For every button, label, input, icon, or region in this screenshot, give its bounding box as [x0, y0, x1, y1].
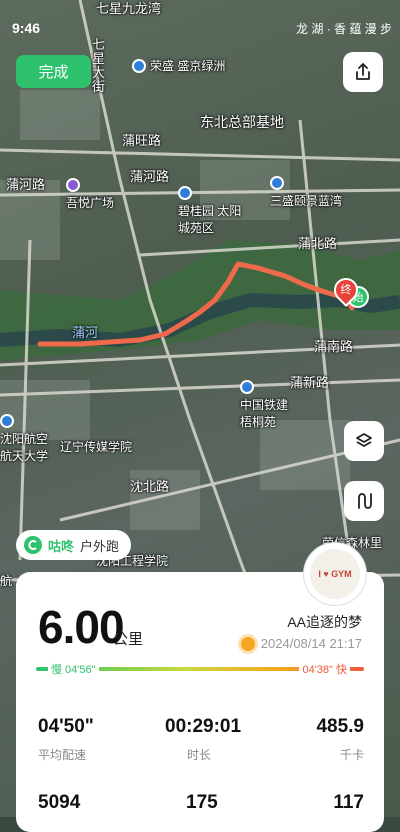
date-row: 2024/08/14 21:17 [240, 636, 362, 651]
map-label: 蒲河 [72, 325, 99, 340]
share-icon [356, 63, 370, 80]
map-label: 蒲河路 [130, 169, 170, 184]
stat-cadence: 175 [186, 792, 218, 814]
sport-tag-type: 户外跑 [80, 538, 120, 554]
stat-label: 千卡 [339, 748, 364, 762]
map-label: 东北总部基地 [200, 114, 284, 130]
map-label: 蒲旺路 [122, 133, 162, 148]
poi-pin-icon [132, 58, 146, 73]
poi-pin-icon [270, 176, 284, 190]
map-label: 蒲北路 [298, 236, 338, 251]
stat-value: 485.9 [316, 716, 364, 737]
run-datetime: 2024/08/14 21:17 [260, 636, 362, 651]
stat-label: 平均配速 [38, 748, 87, 762]
status-time: 9:46 [12, 20, 41, 36]
stat-steps: 5094 [38, 792, 80, 814]
done-button[interactable]: 完成 [16, 55, 91, 88]
poi-biguiyuan[interactable]: 碧桂园 太阳城苑区 [178, 186, 242, 236]
codoon-logo-icon [24, 536, 42, 554]
status-right-text: 龙 湖 · 香 蕴 漫 步 [295, 22, 392, 36]
poi-pin-icon [66, 178, 80, 192]
share-button[interactable] [343, 52, 383, 92]
stat-value: 117 [333, 792, 364, 813]
sport-tag: 咕咚 户外跑 [16, 530, 132, 560]
stat-calories: 485.9 千卡 [314, 716, 364, 763]
stat-value: 00:29:01 [165, 716, 242, 737]
stat-value: 5094 [38, 792, 81, 813]
route-toggle-icon [358, 493, 372, 509]
avatar-image: I ♥ GYM [310, 549, 360, 599]
avatar[interactable]: I ♥ GYM [304, 543, 366, 605]
stat-heart-rate: 117 [314, 792, 364, 814]
map-label: 沈北路 [130, 479, 170, 494]
stat-value: 04'50" [38, 716, 94, 737]
map-label: 蒲南路 [314, 339, 354, 354]
map-label: 七星大街 [92, 37, 106, 94]
pace-slow-label: 慢 04'56" [48, 661, 99, 677]
map-label: 七星九龙湾 [96, 1, 162, 16]
poi-zhongtie[interactable]: 中国铁建 梧桐苑 [240, 380, 296, 430]
pace-fast-label: 04'38" 快 [299, 661, 350, 677]
layers-icon [356, 433, 372, 447]
stat-value: 175 [186, 792, 218, 813]
sport-tag-brand: 咕咚 [48, 538, 75, 554]
poi-pin-icon [240, 380, 254, 394]
user-name: AA追逐的梦 [287, 614, 362, 630]
stat-label: 时长 [187, 748, 212, 762]
layers-button[interactable] [344, 421, 384, 461]
poi-shenyang-aero[interactable]: 沈阳航空航天大学 [0, 414, 56, 464]
route-toggle-button[interactable] [344, 481, 384, 521]
poi-rongsheng[interactable]: 荣盛 盛京绿洲 [132, 57, 225, 74]
poi-wuyue[interactable]: 吾悦广场 [66, 178, 114, 211]
distance-value: 6.00 [38, 601, 125, 653]
sun-icon [240, 636, 255, 651]
map-label: 蒲河路 [6, 177, 46, 192]
poi-pin-icon [178, 186, 192, 200]
map-label: 航 [0, 574, 13, 588]
stat-duration: 00:29:01 时长 [165, 716, 241, 763]
route-end-label: 终 [340, 284, 352, 296]
poi-sansheng[interactable]: 三盛颐景蓝湾 [270, 176, 342, 209]
poi-pin-icon [0, 414, 14, 428]
map-label: 辽宁传媒学院 [60, 440, 133, 454]
distance-unit: 公里 [113, 631, 144, 648]
stat-avg-pace: 04'50" 平均配速 [38, 716, 94, 763]
